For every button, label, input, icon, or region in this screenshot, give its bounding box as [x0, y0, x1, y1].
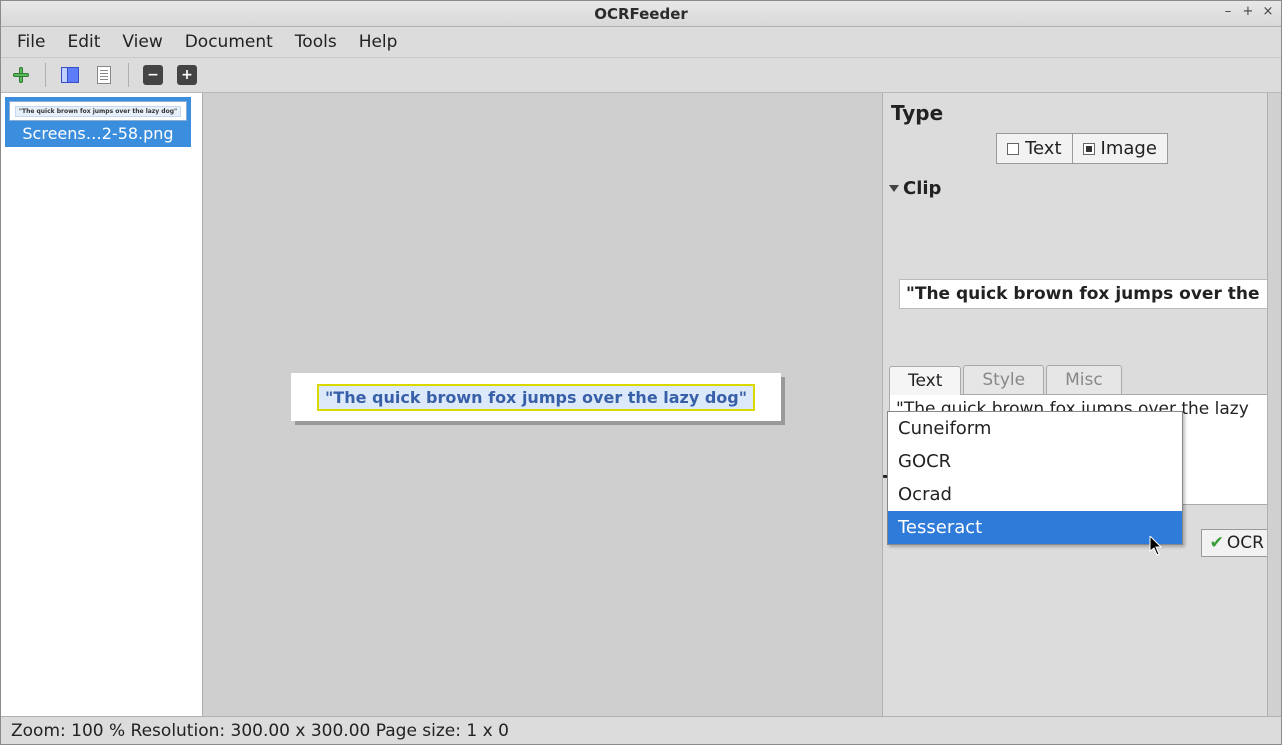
page-list-sidebar: "The quick brown fox jumps over the lazy…: [1, 93, 203, 716]
toolbar-separator: [128, 63, 129, 87]
engine-option-cuneiform[interactable]: Cuneiform: [888, 412, 1182, 445]
menu-edit[interactable]: Edit: [57, 30, 110, 54]
panel-scrollbar[interactable]: [1267, 93, 1281, 716]
type-image-label: Image: [1101, 138, 1157, 159]
zoom-in-button[interactable]: +: [173, 61, 201, 89]
plus-icon: [13, 67, 29, 83]
plus-small-icon: +: [177, 65, 197, 85]
ocr-controls: ✔ OCR: [1201, 529, 1273, 557]
document-icon: [97, 66, 111, 84]
document-button[interactable]: [90, 61, 118, 89]
zoom-out-button[interactable]: −: [139, 61, 167, 89]
toolbar: − +: [1, 57, 1281, 93]
engine-option-tesseract[interactable]: Tesseract: [888, 511, 1182, 544]
window-controls: – + ×: [1221, 4, 1275, 18]
status-bar: Zoom: 100 % Resolution: 300.00 x 300.00 …: [1, 716, 1281, 744]
engine-dropdown: Cuneiform GOCR Ocrad Tesseract: [887, 411, 1183, 545]
minus-icon: −: [143, 65, 163, 85]
content-area: "The quick brown fox jumps over the lazy…: [1, 93, 1281, 716]
clip-label: Clip: [903, 178, 941, 199]
type-toggle: Text Image: [889, 133, 1275, 164]
menu-file[interactable]: File: [7, 30, 55, 54]
tab-style[interactable]: Style: [963, 365, 1044, 394]
menu-bar: File Edit View Document Tools Help: [1, 27, 1281, 57]
menu-document[interactable]: Document: [175, 30, 283, 54]
layout-icon: [61, 67, 79, 83]
engine-option-gocr[interactable]: GOCR: [888, 445, 1182, 478]
maximize-button[interactable]: +: [1241, 4, 1255, 18]
ocr-button-label: OCR: [1227, 533, 1264, 553]
radio-selected-icon: [1083, 143, 1095, 155]
close-button[interactable]: ×: [1261, 4, 1275, 18]
app-window: OCRFeeder – + × File Edit View Document …: [0, 0, 1282, 745]
clip-expander[interactable]: Clip: [889, 178, 1275, 199]
add-image-button[interactable]: [7, 61, 35, 89]
type-option-image[interactable]: Image: [1072, 134, 1167, 163]
tab-text[interactable]: Text: [889, 366, 961, 395]
selection-box[interactable]: "The quick brown fox jumps over the lazy…: [317, 384, 755, 411]
thumbnail-filename: Screens…2-58.png: [9, 124, 187, 143]
minimize-button[interactable]: –: [1221, 4, 1235, 18]
check-icon: ✔: [1210, 533, 1224, 553]
ocr-button[interactable]: ✔ OCR: [1201, 529, 1273, 557]
title-bar: OCRFeeder – + ×: [1, 1, 1281, 27]
output-tabs: Text Style Misc: [889, 365, 1275, 395]
menu-view[interactable]: View: [112, 30, 172, 54]
chevron-down-icon: [889, 185, 899, 192]
radio-icon: [1007, 143, 1019, 155]
thumbnail-preview: "The quick brown fox jumps over the lazy…: [9, 101, 187, 121]
type-text-label: Text: [1025, 138, 1061, 159]
thumbnail-preview-text: "The quick brown fox jumps over the lazy…: [15, 106, 181, 117]
tab-misc[interactable]: Misc: [1046, 365, 1122, 394]
clip-preview: "The quick brown fox jumps over the: [899, 279, 1275, 309]
status-text: Zoom: 100 % Resolution: 300.00 x 300.00 …: [11, 721, 509, 741]
type-option-text[interactable]: Text: [997, 134, 1071, 163]
window-title: OCRFeeder: [594, 5, 688, 23]
layout-button[interactable]: [56, 61, 84, 89]
canvas[interactable]: "The quick brown fox jumps over the lazy…: [203, 93, 883, 716]
engine-option-ocrad[interactable]: Ocrad: [888, 478, 1182, 511]
menu-tools[interactable]: Tools: [285, 30, 347, 54]
clip-preview-text: "The quick brown fox jumps over the: [906, 284, 1260, 304]
type-label: Type: [891, 101, 1275, 125]
page-thumbnail[interactable]: "The quick brown fox jumps over the lazy…: [5, 97, 191, 147]
toolbar-separator: [45, 63, 46, 87]
selection-text: "The quick brown fox jumps over the lazy…: [325, 388, 747, 407]
properties-panel: Type Text Image Clip "The: [883, 93, 1281, 716]
menu-help[interactable]: Help: [349, 30, 408, 54]
page-image[interactable]: "The quick brown fox jumps over the lazy…: [291, 373, 781, 421]
